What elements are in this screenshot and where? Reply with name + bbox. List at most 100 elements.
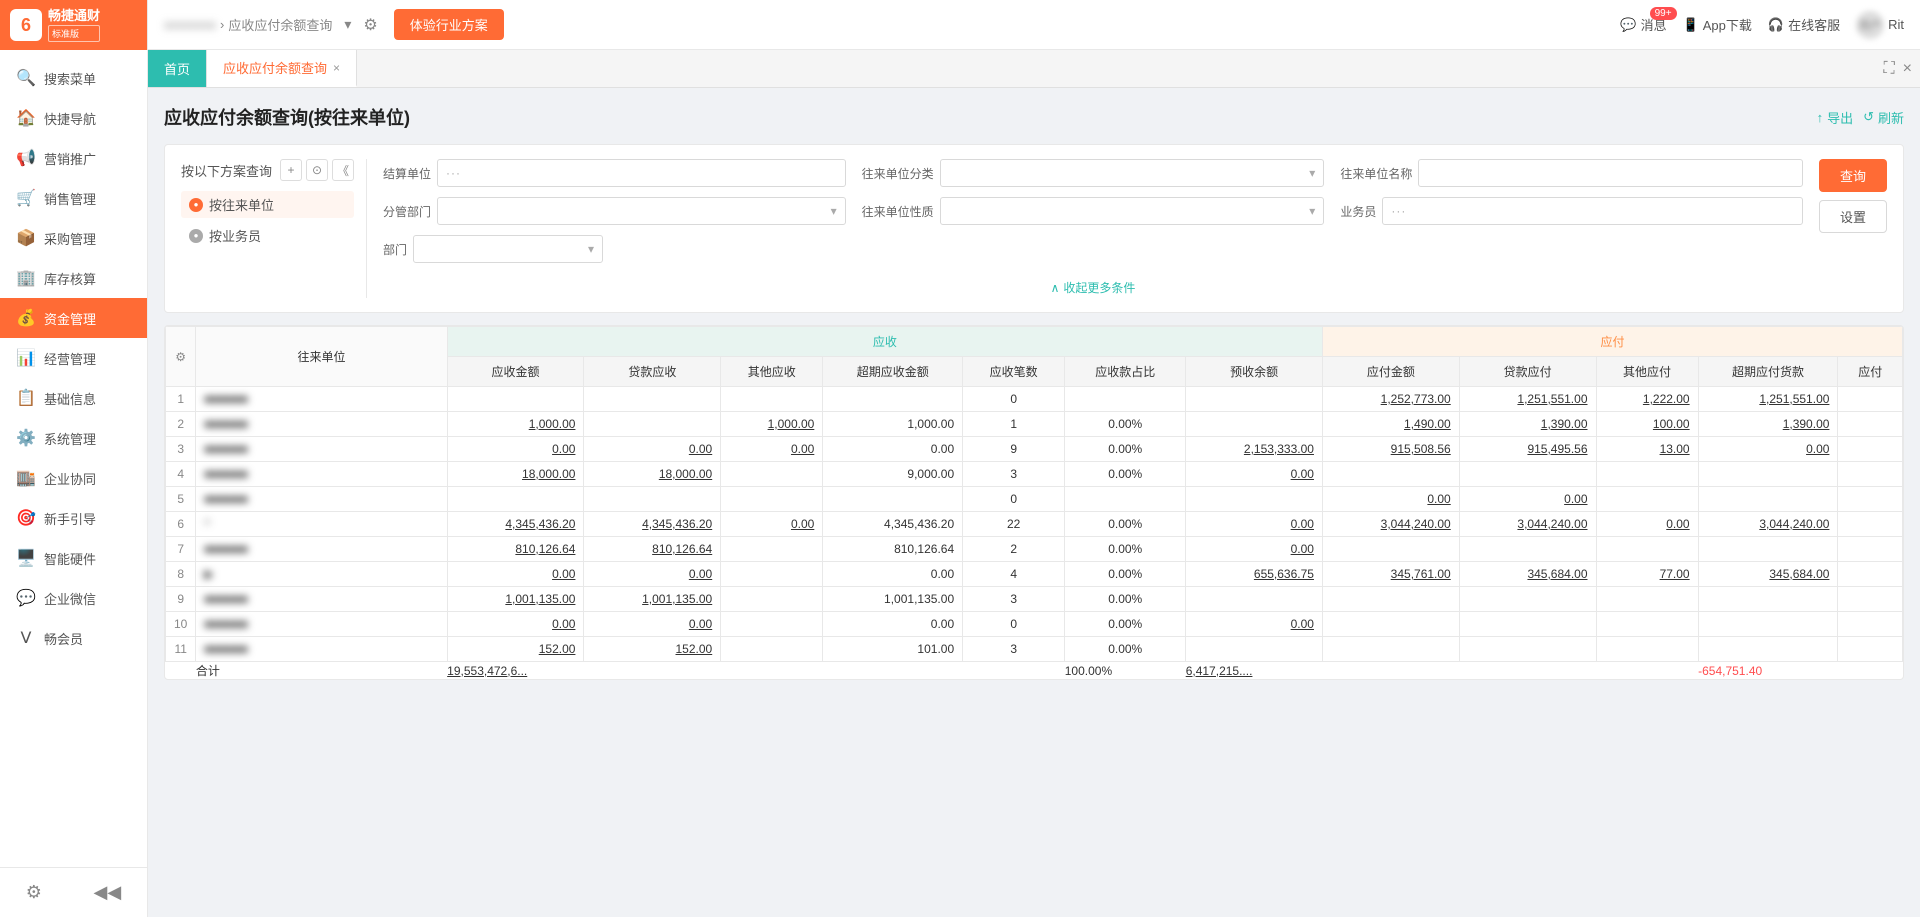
- sidebar-item-vip[interactable]: Ⅴ 畅会员: [0, 618, 147, 658]
- table-scroll: ⚙ 往来单位 应收 应付 应收金额 贷款应收 其他应收 超期应收金额 应收笔数 …: [165, 326, 1903, 679]
- sidebar-item-marketing[interactable]: 📢 营销推广: [0, 138, 147, 178]
- sidebar-item-label: 系统管理: [44, 429, 96, 448]
- filter-row-3: 部门 ▾: [383, 235, 1803, 263]
- sidebar-item-operation[interactable]: 📊 经营管理: [0, 338, 147, 378]
- table-row: 8▶0.000.000.0040.00%655,636.75345,761.00…: [166, 562, 1903, 587]
- sales-icon: 🛒: [16, 188, 36, 208]
- filter-field-category: 往来单位分类 ▾: [862, 159, 1325, 187]
- settlement-input[interactable]: ···: [437, 159, 846, 187]
- sidebar-item-inventory[interactable]: 🏢 库存核算: [0, 258, 147, 298]
- nature-input[interactable]: ▾: [940, 197, 1325, 225]
- main-content: 应收应付余额查询(按往来单位) ↑ 导出 ↺ 刷新 按以下方案查询: [148, 88, 1920, 917]
- col-prepay: 预收余额: [1186, 357, 1323, 387]
- scheme-option-staff[interactable]: ● 按业务员: [181, 222, 354, 249]
- sidebar-bottom: ⚙ ◀◀: [0, 867, 147, 917]
- sidebar-item-purchase[interactable]: 📦 采购管理: [0, 218, 147, 258]
- partner-name: ▶: [196, 562, 447, 587]
- partner-name-input[interactable]: [1418, 159, 1803, 187]
- table-body: 1■■■■■■01,252,773.001,251,551.001,222.00…: [166, 387, 1903, 662]
- total-prepay[interactable]: 6,417,215....: [1186, 662, 1323, 680]
- tab-active[interactable]: 应收应付余额查询 ×: [207, 50, 357, 87]
- tab-close-icon[interactable]: ×: [333, 61, 340, 75]
- col-other-recv: 其他应收: [721, 357, 823, 387]
- staff-input-dots: ···: [1391, 204, 1406, 218]
- query-button[interactable]: 查询: [1819, 159, 1887, 192]
- inventory-icon: 🏢: [16, 268, 36, 288]
- staff-input[interactable]: ···: [1382, 197, 1803, 225]
- header-gear-icon[interactable]: ⚙: [363, 15, 377, 35]
- sidebar-item-hardware[interactable]: 🖥️ 智能硬件: [0, 538, 147, 578]
- settlement-input-dots: ···: [446, 166, 461, 180]
- sidebar-item-enterprise[interactable]: 🏬 企业协同: [0, 458, 147, 498]
- table-row: 1■■■■■■01,252,773.001,251,551.001,222.00…: [166, 387, 1903, 412]
- sidebar-item-finance[interactable]: 💰 资金管理: [0, 298, 147, 338]
- app-download-btn[interactable]: 📱 App下载: [1683, 15, 1752, 34]
- col-recv-amt: 应收金额: [447, 357, 584, 387]
- total-loan-recv: [584, 662, 721, 680]
- sidebar-menu: 🔍 搜索菜单 🏠 快捷导航 📢 营销推广 🛒 销售管理 📦 采购管理 🏢 库存核…: [0, 50, 147, 867]
- page-header-actions: ↑ 导出 ↺ 刷新: [1817, 108, 1904, 127]
- scheme-option-partner[interactable]: ● 按往来单位: [181, 191, 354, 218]
- nav-dropdown-arrow[interactable]: ▾: [344, 16, 351, 33]
- filter-section: 按以下方案查询 + ⊙ 《 ● 按往来单位 ● 按业务员: [164, 144, 1904, 313]
- sidebar-item-search[interactable]: 🔍 搜索菜单: [0, 58, 147, 98]
- purchase-icon: 📦: [16, 228, 36, 248]
- partner-name: ■■■■■■: [196, 437, 447, 462]
- total-recv-amt[interactable]: 19,553,472,6...: [447, 662, 584, 680]
- tab-minimize-icon[interactable]: ×: [1903, 60, 1912, 78]
- collapse-arrow: ∧: [1051, 281, 1060, 295]
- sidebar-item-basic[interactable]: 📋 基础信息: [0, 378, 147, 418]
- sidebar-item-label: 库存核算: [44, 269, 96, 288]
- filter-field-name: 往来单位名称: [1340, 159, 1803, 187]
- col-settings-header[interactable]: ⚙: [166, 327, 196, 387]
- category-input[interactable]: ▾: [940, 159, 1325, 187]
- col-other-pay: 其他应付: [1596, 357, 1698, 387]
- sidebar-item-wechat[interactable]: 💬 企业微信: [0, 578, 147, 618]
- total-label: 合计: [196, 662, 447, 680]
- online-service-btn[interactable]: 🎧 在线客服: [1768, 15, 1840, 34]
- dept-dropdown-arrow: ▾: [831, 204, 837, 218]
- message-btn[interactable]: 💬 消息 99+: [1620, 15, 1666, 34]
- table-row: 10■■■■■■0.000.000.0000.00%0.00: [166, 612, 1903, 637]
- table-row: 11■■■■■■152.00152.00101.0030.00%: [166, 637, 1903, 662]
- scheme-add-btn[interactable]: +: [280, 159, 302, 181]
- export-label: 导出: [1827, 108, 1853, 127]
- refresh-button[interactable]: ↺ 刷新: [1863, 108, 1904, 127]
- tab-maximize-icon[interactable]: ⛶: [1883, 60, 1894, 78]
- nature-label: 往来单位性质: [862, 203, 934, 220]
- sidebar-item-quicknav[interactable]: 🏠 快捷导航: [0, 98, 147, 138]
- sidebar: 6 畅捷通财 标准版 🔍 搜索菜单 🏠 快捷导航 📢 营销推广 🛒 销售管理 📦…: [0, 0, 148, 917]
- partner-name: ■■■■■■: [196, 587, 447, 612]
- sidebar-item-system[interactable]: ⚙️ 系统管理: [0, 418, 147, 458]
- enterprise-icon: 🏬: [16, 468, 36, 488]
- col-partner-header: 往来单位: [196, 327, 447, 387]
- setting-button[interactable]: 设置: [1819, 200, 1887, 233]
- cta-button[interactable]: 体验行业方案: [394, 9, 504, 40]
- partner-name: ■■■■■■: [196, 387, 447, 412]
- online-service-label: 在线客服: [1788, 15, 1840, 34]
- total-loan-pay: [1459, 662, 1596, 680]
- scheme-collapse-btn[interactable]: 《: [332, 159, 354, 181]
- tab-home[interactable]: 首页: [148, 50, 207, 87]
- sidebar-item-label: 基础信息: [44, 389, 96, 408]
- filter-collapse-row[interactable]: ∧ 收起更多条件: [383, 273, 1803, 298]
- dept-input[interactable]: ▾: [437, 197, 846, 225]
- filter-field-settlement: 结算单位 ···: [383, 159, 846, 187]
- sidebar-item-sales[interactable]: 🛒 销售管理: [0, 178, 147, 218]
- sidebar-item-label: 营销推广: [44, 149, 96, 168]
- header: xxxxxxxx › 应收应付余额查询 ▾ ⚙ 体验行业方案 💬 消息 99+ …: [148, 0, 1920, 50]
- user-profile-btn[interactable]: 用户 Rit: [1856, 11, 1904, 39]
- export-button[interactable]: ↑ 导出: [1817, 108, 1854, 127]
- scheme-edit-btn[interactable]: ⊙: [306, 159, 328, 181]
- breadcrumb: xxxxxxxx › 应收应付余额查询: [164, 15, 332, 34]
- tabs-bar: 首页 应收应付余额查询 × ⛶ ×: [148, 50, 1920, 88]
- scheme-option-partner-label: 按往来单位: [209, 195, 274, 214]
- sidebar-settings-btn[interactable]: ⚙: [18, 878, 50, 907]
- page-header: 应收应付余额查询(按往来单位) ↑ 导出 ↺ 刷新: [164, 104, 1904, 130]
- settlement-label: 结算单位: [383, 165, 431, 182]
- inner-dept-input[interactable]: ▾: [413, 235, 603, 263]
- sidebar-collapse-btn[interactable]: ◀◀: [86, 878, 130, 907]
- sidebar-item-guide[interactable]: 🎯 新手引导: [0, 498, 147, 538]
- total-overdue-recv: [823, 662, 963, 680]
- collapse-label: 收起更多条件: [1063, 279, 1135, 296]
